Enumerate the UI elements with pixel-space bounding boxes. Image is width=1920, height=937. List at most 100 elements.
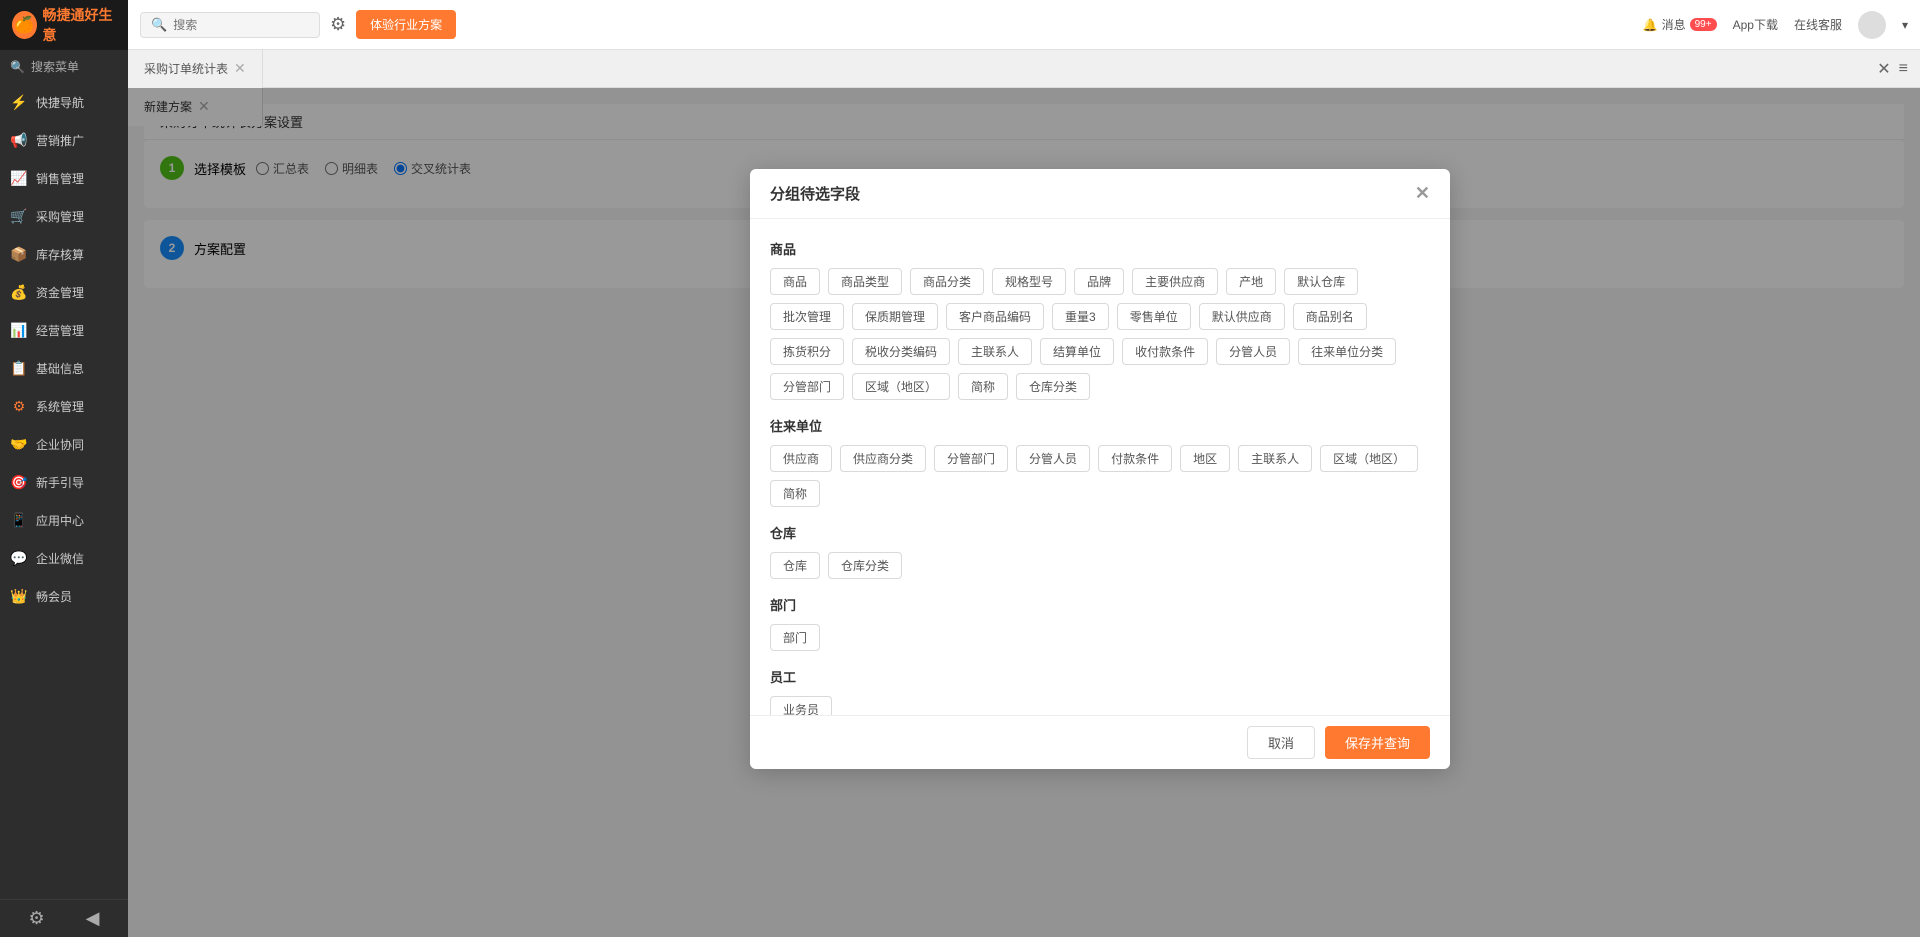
tag-goods-9[interactable]: 保质期管理 [852, 303, 938, 330]
tag-goods-2[interactable]: 商品分类 [910, 268, 984, 295]
tag-goods-19[interactable]: 收付款条件 [1122, 338, 1208, 365]
app-center-label: 应用中心 [36, 512, 84, 529]
section-tags-goods: 商品商品类型商品分类规格型号品牌主要供应商产地默认仓库批次管理保质期管理客户商品… [770, 268, 1430, 400]
tag-goods-12[interactable]: 零售单位 [1117, 303, 1191, 330]
section-title-warehouse: 仓库 [770, 523, 1430, 542]
tag-goods-11[interactable]: 重量3 [1052, 303, 1109, 330]
tag-warehouse-0[interactable]: 仓库 [770, 552, 820, 579]
dialog-header: 分组待选字段 ✕ [750, 169, 1450, 219]
sidebar-nav: ⚡ 快捷导航 📢营销推广📈销售管理 🛒 采购管理 📦库存核算💰资金管理 📊 经营管理 📋基础信息… [0, 83, 128, 615]
search-icon: 🔍 [151, 17, 167, 33]
search-input[interactable] [173, 18, 293, 32]
tag-partner-8[interactable]: 简称 [770, 480, 820, 507]
tag-goods-17[interactable]: 主联系人 [958, 338, 1032, 365]
tag-partner-5[interactable]: 地区 [1180, 445, 1230, 472]
sales-label: 销售管理 [36, 170, 84, 187]
tag-partner-7[interactable]: 区域（地区） [1320, 445, 1418, 472]
tab-close-purchase-stats[interactable]: ✕ [234, 60, 246, 77]
tag-goods-14[interactable]: 商品别名 [1293, 303, 1367, 330]
tag-goods-7[interactable]: 默认仓库 [1284, 268, 1358, 295]
tag-goods-3[interactable]: 规格型号 [992, 268, 1066, 295]
tag-goods-21[interactable]: 往来单位分类 [1298, 338, 1396, 365]
tag-partner-4[interactable]: 付款条件 [1098, 445, 1172, 472]
sidebar-item-system[interactable]: ⚙系统管理 [0, 387, 128, 425]
purchase-icon: 🛒 [10, 207, 28, 225]
tab-purchase-stats[interactable]: 采购订单统计表✕ [128, 50, 263, 88]
purchase-label: 采购管理 [36, 208, 84, 225]
logo-text: 畅捷通好生意 [43, 5, 117, 45]
tag-goods-18[interactable]: 结算单位 [1040, 338, 1114, 365]
tag-goods-20[interactable]: 分管人员 [1216, 338, 1290, 365]
tag-goods-24[interactable]: 简称 [958, 373, 1008, 400]
section-title-employee: 员工 [770, 667, 1430, 686]
app-download-link[interactable]: App下载 [1733, 16, 1778, 33]
trial-button[interactable]: 体验行业方案 [356, 10, 456, 39]
tag-employee-0[interactable]: 业务员 [770, 696, 832, 715]
user-menu-icon[interactable]: ▾ [1902, 18, 1908, 32]
collapse-icon[interactable]: ◀ [86, 908, 100, 929]
dialog-title: 分组待选字段 [770, 183, 860, 204]
notification-label: 消息 [1662, 16, 1686, 33]
wechat-icon: 💬 [10, 549, 28, 567]
search-icon: 🔍 [10, 60, 25, 74]
sidebar-item-basic-info[interactable]: 📋基础信息 [0, 349, 128, 387]
tag-goods-23[interactable]: 区域（地区） [852, 373, 950, 400]
sidebar-item-marketing[interactable]: 📢营销推广 [0, 121, 128, 159]
section-tags-employee: 业务员 [770, 696, 1430, 715]
sidebar-item-sales[interactable]: 📈销售管理 [0, 159, 128, 197]
tag-goods-16[interactable]: 税收分类编码 [852, 338, 950, 365]
tag-partner-3[interactable]: 分管人员 [1016, 445, 1090, 472]
user-avatar[interactable] [1858, 11, 1886, 39]
tab-controls: ✕ ≡ [1877, 59, 1920, 79]
sidebar-item-coop[interactable]: 🤝企业协同 [0, 425, 128, 463]
sidebar-item-newbie[interactable]: 🎯新手引导 [0, 463, 128, 501]
tag-goods-4[interactable]: 品牌 [1074, 268, 1124, 295]
sidebar-item-app-center[interactable]: 📱应用中心 [0, 501, 128, 539]
sidebar-item-wechat[interactable]: 💬 企业微信 [0, 539, 128, 577]
tag-partner-0[interactable]: 供应商 [770, 445, 832, 472]
tag-goods-8[interactable]: 批次管理 [770, 303, 844, 330]
tag-goods-5[interactable]: 主要供应商 [1132, 268, 1218, 295]
topbar-right: 🔔 消息 99+ App下载 在线客服 ▾ [1643, 11, 1908, 39]
tabbar: 首页采购订单统计表✕新建方案✕ ✕ ≡ [128, 50, 1920, 88]
settings-icon[interactable]: ⚙ [29, 908, 45, 929]
sidebar-item-quick-nav[interactable]: ⚡ 快捷导航 [0, 83, 128, 121]
dialog-close-button[interactable]: ✕ [1415, 183, 1430, 204]
tag-partner-1[interactable]: 供应商分类 [840, 445, 926, 472]
sidebar-item-purchase[interactable]: 🛒 采购管理 [0, 197, 128, 235]
sidebar-logo: 🍊 畅捷通好生意 [0, 0, 128, 50]
tag-goods-13[interactable]: 默认供应商 [1199, 303, 1285, 330]
settings-icon[interactable]: ⚙ [330, 14, 346, 35]
tab-menu-icon[interactable]: ≡ [1899, 60, 1908, 78]
sidebar-item-inventory[interactable]: 📦库存核算 [0, 235, 128, 273]
sidebar-search-label: 搜索菜单 [31, 58, 79, 75]
tag-goods-10[interactable]: 客户商品编码 [946, 303, 1044, 330]
wechat-label: 企业微信 [36, 550, 84, 567]
confirm-button[interactable]: 保存并查询 [1325, 726, 1430, 759]
tag-goods-15[interactable]: 拣货积分 [770, 338, 844, 365]
topbar-search-box[interactable]: 🔍 [140, 12, 320, 38]
tag-goods-25[interactable]: 仓库分类 [1016, 373, 1090, 400]
sidebar-search[interactable]: 🔍 搜索菜单 [0, 50, 128, 83]
tag-partner-2[interactable]: 分管部门 [934, 445, 1008, 472]
operations-icon: 📊 [10, 321, 28, 339]
cancel-button[interactable]: 取消 [1247, 726, 1315, 759]
tab-close-all-icon[interactable]: ✕ [1877, 59, 1890, 79]
tag-goods-6[interactable]: 产地 [1226, 268, 1276, 295]
tag-goods-22[interactable]: 分管部门 [770, 373, 844, 400]
operations-label: 经营管理 [36, 322, 84, 339]
tag-warehouse-1[interactable]: 仓库分类 [828, 552, 902, 579]
sidebar-item-operations[interactable]: 📊 经营管理 [0, 311, 128, 349]
quick-nav-label: 快捷导航 [36, 94, 84, 111]
quick-nav-icon: ⚡ [10, 93, 28, 111]
finance-label: 资金管理 [36, 284, 84, 301]
online-service-link[interactable]: 在线客服 [1794, 16, 1842, 33]
tag-department-0[interactable]: 部门 [770, 624, 820, 651]
field-select-dialog: 分组待选字段 ✕ 商品商品商品类型商品分类规格型号品牌主要供应商产地默认仓库批次… [750, 169, 1450, 769]
tag-partner-6[interactable]: 主联系人 [1238, 445, 1312, 472]
tag-goods-1[interactable]: 商品类型 [828, 268, 902, 295]
sidebar-item-member[interactable]: 👑畅会员 [0, 577, 128, 615]
notification-area[interactable]: 🔔 消息 99+ [1643, 16, 1717, 33]
sidebar-item-finance[interactable]: 💰资金管理 [0, 273, 128, 311]
tag-goods-0[interactable]: 商品 [770, 268, 820, 295]
